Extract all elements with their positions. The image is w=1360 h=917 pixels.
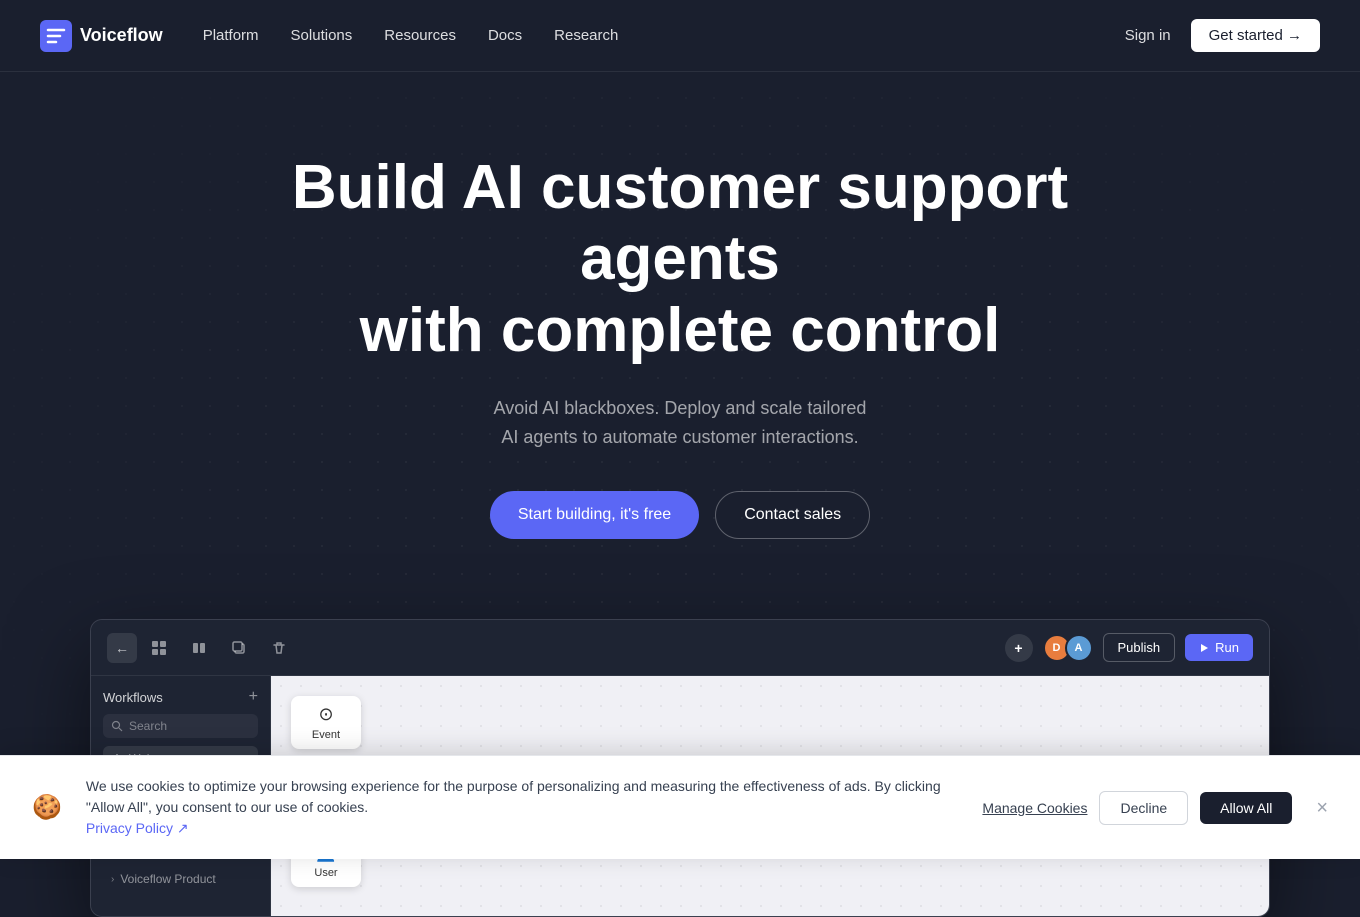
search-placeholder: Search [129,719,167,733]
event-node-icon: ⊙ [318,704,333,725]
publish-button[interactable]: Publish [1103,633,1176,662]
signin-link[interactable]: Sign in [1125,27,1171,44]
nav-actions: Sign in Get started → [1125,19,1320,52]
hero-content: Build AI customer support agents with co… [230,72,1130,579]
cookie-icon: 🍪 [32,793,62,822]
sidebar-item-voiceflow[interactable]: › Voiceflow Product [103,866,258,892]
back-icon: ← [115,640,129,656]
hero-subtitle: Avoid AI blackboxes. Deploy and scale ta… [250,394,1110,452]
privacy-policy-link[interactable]: Privacy Policy ↗ [86,820,189,836]
close-cookie-banner-button[interactable]: × [1316,798,1328,818]
canvas-node-event[interactable]: ⊙ Event [291,696,361,749]
nav-research[interactable]: Research [554,27,618,44]
app-toolbar: ← [91,620,1269,676]
sidebar-search[interactable]: Search [103,714,258,738]
cookie-text: We use cookies to optimize your browsing… [86,776,959,839]
avatar-group: D A [1043,634,1093,662]
toolbar-icons [145,634,293,662]
nav-platform[interactable]: Platform [203,27,259,44]
add-collaborator-button[interactable]: + [1005,634,1033,662]
event-node-label: Event [312,729,340,741]
contact-sales-button[interactable]: Contact sales [715,491,870,539]
hero-buttons: Start building, it's free Contact sales [250,491,1110,539]
navigation: Voiceflow Platform Solutions Resources D… [0,0,1360,72]
add-workflow-icon[interactable]: + [249,688,258,706]
nav-docs[interactable]: Docs [488,27,522,44]
decline-button[interactable]: Decline [1099,791,1188,825]
back-button[interactable]: ← [107,633,137,663]
trash-icon[interactable] [265,634,293,662]
nav-links: Platform Solutions Resources Docs Resear… [203,27,1125,44]
hero-title: Build AI customer support agents with co… [250,152,1110,366]
manage-cookies-link[interactable]: Manage Cookies [982,800,1087,816]
toolbar-left: ← [107,633,293,663]
start-building-button[interactable]: Start building, it's free [490,491,699,539]
run-button[interactable]: Run [1185,634,1253,661]
logo-text: Voiceflow [80,25,163,46]
getstarted-button[interactable]: Get started → [1191,19,1320,52]
voiceflow-logo-icon [40,20,72,52]
avatar-a: A [1065,634,1093,662]
nav-resources[interactable]: Resources [384,27,456,44]
logo[interactable]: Voiceflow [40,20,163,52]
user-node-label: User [314,867,337,879]
cookie-actions: Manage Cookies Decline Allow All [982,791,1292,825]
grid-icon[interactable] [145,634,173,662]
cookie-banner: 🍪 We use cookies to optimize your browsi… [0,755,1360,859]
copy-icon[interactable] [225,634,253,662]
toolbar-right: + D A Publish Run [1005,633,1254,662]
search-icon [111,720,123,732]
split-icon[interactable] [185,634,213,662]
sidebar-header: Workflows + [103,688,258,706]
sidebar-title: Workflows [103,690,163,705]
nav-solutions[interactable]: Solutions [291,27,353,44]
run-icon [1199,643,1209,653]
allow-all-button[interactable]: Allow All [1200,792,1292,824]
